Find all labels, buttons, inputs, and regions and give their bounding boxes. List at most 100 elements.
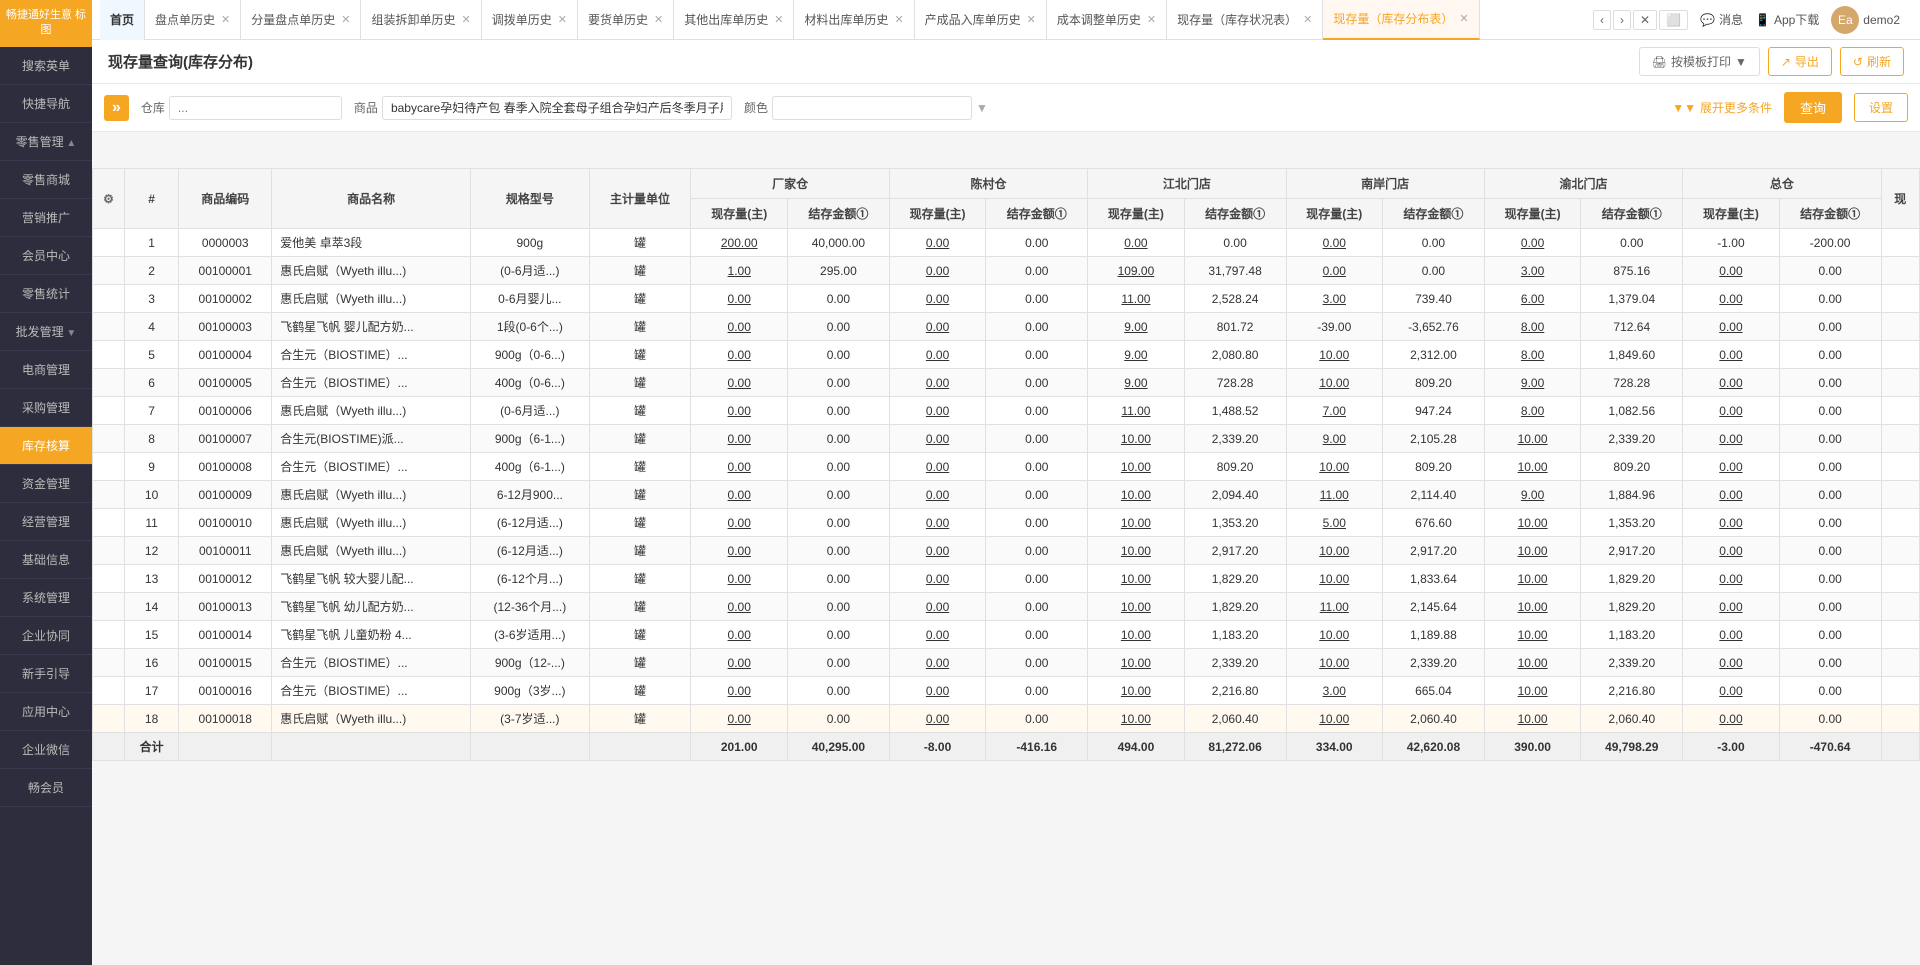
sidebar-item-16[interactable]: 新手引导 <box>0 655 92 693</box>
table-cell[interactable]: 0.00 <box>1683 649 1780 677</box>
topbar-tab-7[interactable]: 材料出库单历史✕ <box>794 0 914 40</box>
table-cell[interactable]: 9.00 <box>1484 481 1581 509</box>
table-cell[interactable]: 0.00 <box>1683 593 1780 621</box>
table-cell[interactable]: 5.00 <box>1286 509 1383 537</box>
sidebar-item-8[interactable]: 电商管理 <box>0 351 92 389</box>
sidebar-item-10[interactable]: 库存核算 <box>0 427 92 465</box>
table-cell[interactable]: 0.00 <box>691 285 788 313</box>
table-cell[interactable]: 10.00 <box>1088 649 1185 677</box>
table-cell[interactable]: 10.00 <box>1484 621 1581 649</box>
sidebar-item-2[interactable]: 零售管理 ▲ <box>0 123 92 161</box>
topbar-tab-9[interactable]: 成本调整单历史✕ <box>1047 0 1167 40</box>
table-cell[interactable]: 10.00 <box>1088 425 1185 453</box>
close-tab-3[interactable]: ✕ <box>462 13 471 26</box>
table-cell[interactable]: 0.00 <box>691 705 788 733</box>
print-button[interactable]: 🖨 按模板打印 ▼ <box>1639 47 1760 76</box>
sidebar-item-13[interactable]: 基础信息 <box>0 541 92 579</box>
sidebar-item-9[interactable]: 采购管理 <box>0 389 92 427</box>
table-cell[interactable]: 10.00 <box>1286 537 1383 565</box>
sidebar-item-6[interactable]: 零售统计 <box>0 275 92 313</box>
close-tab-8[interactable]: ✕ <box>1027 13 1036 26</box>
table-cell[interactable]: 0.00 <box>691 509 788 537</box>
close-tab-1[interactable]: ✕ <box>221 13 230 26</box>
table-cell[interactable]: 0.00 <box>691 593 788 621</box>
table-cell[interactable]: 10.00 <box>1088 705 1185 733</box>
message-btn[interactable]: 💬 消息 <box>1700 11 1743 28</box>
table-cell[interactable]: 0.00 <box>691 537 788 565</box>
table-cell[interactable]: 9.00 <box>1484 369 1581 397</box>
close-tab-6[interactable]: ✕ <box>774 13 783 26</box>
table-cell[interactable]: 0.00 <box>1683 341 1780 369</box>
table-cell[interactable]: 0.00 <box>691 621 788 649</box>
table-cell[interactable]: 8.00 <box>1484 313 1581 341</box>
color-input[interactable] <box>772 96 972 120</box>
settings-button[interactable]: 设置 <box>1854 93 1908 122</box>
table-cell[interactable]: 10.00 <box>1088 677 1185 705</box>
table-cell[interactable]: 0.00 <box>889 341 986 369</box>
table-cell[interactable]: 0.00 <box>1683 453 1780 481</box>
tab-scroll-left[interactable]: ‹ <box>1593 10 1611 30</box>
table-cell[interactable]: 10.00 <box>1088 509 1185 537</box>
topbar-tab-11[interactable]: 现存量（库存分布表）✕ <box>1323 0 1479 40</box>
sidebar-item-19[interactable]: 畅会员 <box>0 769 92 807</box>
topbar-tab-4[interactable]: 调拨单历史✕ <box>482 0 578 40</box>
table-cell[interactable]: 7.00 <box>1286 397 1383 425</box>
sidebar-item-1[interactable]: 快捷导航 <box>0 85 92 123</box>
tab-maximize[interactable]: ⬜ <box>1659 10 1688 30</box>
table-cell[interactable]: 0.00 <box>691 313 788 341</box>
table-cell[interactable]: 0.00 <box>889 425 986 453</box>
sidebar-item-15[interactable]: 企业协同 <box>0 617 92 655</box>
table-cell[interactable]: 10.00 <box>1088 537 1185 565</box>
topbar-tab-2[interactable]: 分量盘点单历史✕ <box>241 0 361 40</box>
table-cell[interactable]: 0.00 <box>691 481 788 509</box>
table-cell[interactable]: 11.00 <box>1088 285 1185 313</box>
table-cell[interactable]: 0.00 <box>889 509 986 537</box>
table-cell[interactable]: 3.00 <box>1484 257 1581 285</box>
close-tab-7[interactable]: ✕ <box>894 13 903 26</box>
table-cell[interactable]: 10.00 <box>1088 565 1185 593</box>
topbar-tab-3[interactable]: 组装拆卸单历史✕ <box>361 0 481 40</box>
close-tab-11[interactable]: ✕ <box>1459 12 1468 25</box>
table-cell[interactable]: 10.00 <box>1286 453 1383 481</box>
table-cell[interactable]: 0.00 <box>1683 537 1780 565</box>
sidebar-item-0[interactable]: 搜索英单 <box>0 47 92 85</box>
table-cell[interactable]: 0.00 <box>889 257 986 285</box>
sidebar-item-12[interactable]: 经营管理 <box>0 503 92 541</box>
table-cell[interactable]: 0.00 <box>889 621 986 649</box>
table-cell[interactable]: 0.00 <box>1683 397 1780 425</box>
user-menu[interactable]: Ea demo2 <box>1831 6 1900 34</box>
table-cell[interactable]: 0.00 <box>1286 257 1383 285</box>
app-download-btn[interactable]: 📱 App下载 <box>1755 11 1819 28</box>
table-cell[interactable]: 0.00 <box>1484 229 1581 257</box>
table-cell[interactable]: 0.00 <box>1286 229 1383 257</box>
table-cell[interactable]: 10.00 <box>1286 341 1383 369</box>
table-cell[interactable]: 10.00 <box>1484 509 1581 537</box>
table-cell[interactable]: 9.00 <box>1286 425 1383 453</box>
warehouse-input[interactable] <box>169 96 342 120</box>
table-cell[interactable]: 9.00 <box>1088 369 1185 397</box>
table-cell[interactable]: 0.00 <box>691 425 788 453</box>
sidebar-logo[interactable]: 畅捷通好生意 标图 <box>0 0 92 47</box>
table-cell[interactable]: 0.00 <box>889 677 986 705</box>
sidebar-item-11[interactable]: 资金管理 <box>0 465 92 503</box>
sidebar-item-5[interactable]: 会员中心 <box>0 237 92 275</box>
topbar-tab-0[interactable]: 首页 <box>100 0 145 40</box>
query-button[interactable]: 查询 <box>1784 92 1842 123</box>
table-cell[interactable]: 10.00 <box>1484 677 1581 705</box>
close-tab-2[interactable]: ✕ <box>341 13 350 26</box>
filter-toggle-btn[interactable]: » <box>104 95 129 121</box>
table-cell[interactable]: 9.00 <box>1088 341 1185 369</box>
table-cell[interactable]: 0.00 <box>889 537 986 565</box>
sidebar-item-17[interactable]: 应用中心 <box>0 693 92 731</box>
table-cell[interactable]: 0.00 <box>889 481 986 509</box>
table-cell[interactable]: 0.00 <box>1683 257 1780 285</box>
topbar-tab-1[interactable]: 盘点单历史✕ <box>145 0 241 40</box>
table-scroll-area[interactable]: ⚙ # 商品编码 商品名称 规格型号 主计量单位 厂家仓 陈村仓 江北门店 南岸… <box>92 168 1920 761</box>
table-cell[interactable]: 10.00 <box>1088 593 1185 621</box>
table-cell[interactable]: 0.00 <box>1683 285 1780 313</box>
table-cell[interactable]: 3.00 <box>1286 285 1383 313</box>
table-cell[interactable]: -1.00 <box>1683 229 1780 257</box>
table-cell[interactable]: 0.00 <box>889 229 986 257</box>
table-cell[interactable]: 1.00 <box>691 257 788 285</box>
table-cell[interactable]: 0.00 <box>1683 481 1780 509</box>
